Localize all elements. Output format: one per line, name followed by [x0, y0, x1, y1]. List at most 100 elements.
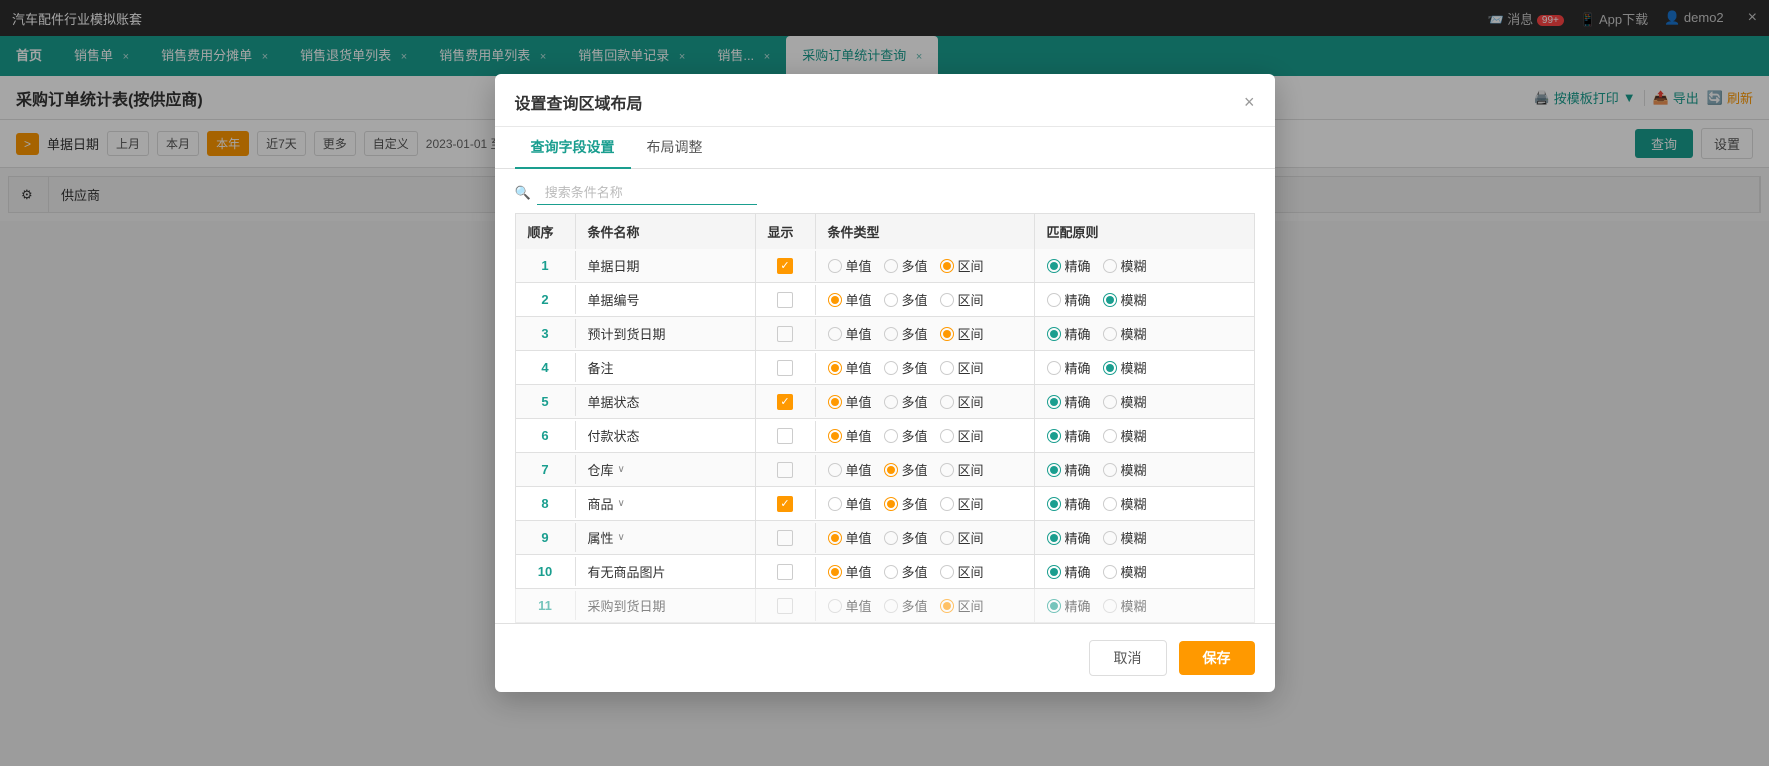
tab-query-fields[interactable]: 查询字段设置: [515, 127, 631, 169]
radio-dot-selected: [1047, 395, 1061, 409]
type-multi-4[interactable]: 多值: [884, 358, 928, 377]
checkbox-10[interactable]: [777, 564, 793, 580]
cell-display-1[interactable]: ✓: [756, 251, 816, 281]
save-button[interactable]: 保存: [1179, 641, 1255, 675]
match-exact-5[interactable]: 精确: [1047, 392, 1091, 411]
radio-dot: [1103, 565, 1117, 579]
match-fuzzy-7[interactable]: 模糊: [1103, 460, 1147, 479]
radio-dot: [940, 429, 954, 443]
cell-display-9[interactable]: [756, 523, 816, 553]
cell-order-3: 3: [516, 319, 576, 348]
type-range-6[interactable]: 区间: [940, 426, 984, 445]
type-range-9[interactable]: 区间: [940, 528, 984, 547]
radio-dot-selected: [940, 599, 954, 613]
match-exact-1[interactable]: 精确: [1047, 256, 1091, 275]
checkbox-1[interactable]: ✓: [777, 258, 793, 274]
match-fuzzy-8[interactable]: 模糊: [1103, 494, 1147, 513]
match-exact-2[interactable]: 精确: [1047, 290, 1091, 309]
checkbox-7[interactable]: [777, 462, 793, 478]
cell-order-6: 6: [516, 421, 576, 450]
match-exact-6[interactable]: 精确: [1047, 426, 1091, 445]
match-fuzzy-6[interactable]: 模糊: [1103, 426, 1147, 445]
search-input[interactable]: [537, 181, 757, 205]
match-fuzzy-4[interactable]: 模糊: [1103, 358, 1147, 377]
checkbox-11[interactable]: [777, 598, 793, 614]
conditions-table: 顺序 条件名称 显示 条件类型 匹配原则 1 单据日期 ✓ 单值 多值 区间: [515, 213, 1255, 623]
type-single-2[interactable]: 单值: [828, 290, 872, 309]
match-exact-8[interactable]: 精确: [1047, 494, 1091, 513]
type-range-10[interactable]: 区间: [940, 562, 984, 581]
radio-dot: [940, 361, 954, 375]
checkbox-2[interactable]: [777, 292, 793, 308]
checkbox-8[interactable]: ✓: [777, 496, 793, 512]
tab-layout[interactable]: 布局调整: [631, 127, 719, 169]
type-range-4[interactable]: 区间: [940, 358, 984, 377]
radio-dot-selected: [828, 293, 842, 307]
dialog-close-button[interactable]: ×: [1244, 93, 1255, 111]
type-range-3[interactable]: 区间: [940, 324, 984, 343]
cell-display-4[interactable]: [756, 353, 816, 383]
cell-display-5[interactable]: ✓: [756, 387, 816, 417]
match-fuzzy-9[interactable]: 模糊: [1103, 528, 1147, 547]
type-multi-2[interactable]: 多值: [884, 290, 928, 309]
name-arrow-wrapper-8: 商品 ∨: [588, 494, 625, 513]
checkbox-6[interactable]: [777, 428, 793, 444]
match-exact-3[interactable]: 精确: [1047, 324, 1091, 343]
type-single-6[interactable]: 单值: [828, 426, 872, 445]
match-fuzzy-2[interactable]: 模糊: [1103, 290, 1147, 309]
match-fuzzy-1[interactable]: 模糊: [1103, 256, 1147, 275]
type-single-1[interactable]: 单值: [828, 256, 872, 275]
match-exact-10[interactable]: 精确: [1047, 562, 1091, 581]
type-multi-5[interactable]: 多值: [884, 392, 928, 411]
cell-display-7[interactable]: [756, 455, 816, 485]
cell-display-8[interactable]: ✓: [756, 489, 816, 519]
match-exact-9[interactable]: 精确: [1047, 528, 1091, 547]
type-range-5[interactable]: 区间: [940, 392, 984, 411]
cell-display-6[interactable]: [756, 421, 816, 451]
cell-display-3[interactable]: [756, 319, 816, 349]
cell-display-2[interactable]: [756, 285, 816, 315]
type-range-11[interactable]: 区间: [940, 596, 984, 615]
radio-dot: [828, 259, 842, 273]
type-single-3[interactable]: 单值: [828, 324, 872, 343]
table-row: 11 采购到货日期 单值 多值 区间 精确 模糊: [515, 589, 1255, 623]
type-single-7[interactable]: 单值: [828, 460, 872, 479]
cell-display-11[interactable]: [756, 591, 816, 621]
type-multi-10[interactable]: 多值: [884, 562, 928, 581]
checkbox-3[interactable]: [777, 326, 793, 342]
match-exact-7[interactable]: 精确: [1047, 460, 1091, 479]
match-fuzzy-5[interactable]: 模糊: [1103, 392, 1147, 411]
type-single-9[interactable]: 单值: [828, 528, 872, 547]
cancel-button[interactable]: 取消: [1089, 640, 1167, 676]
checkbox-5[interactable]: ✓: [777, 394, 793, 410]
checkbox-9[interactable]: [777, 530, 793, 546]
type-range-2[interactable]: 区间: [940, 290, 984, 309]
type-single-4[interactable]: 单值: [828, 358, 872, 377]
match-exact-4[interactable]: 精确: [1047, 358, 1091, 377]
type-single-5[interactable]: 单值: [828, 392, 872, 411]
type-multi-8[interactable]: 多值: [884, 494, 928, 513]
type-multi-6[interactable]: 多值: [884, 426, 928, 445]
match-fuzzy-3[interactable]: 模糊: [1103, 324, 1147, 343]
cell-match-6: 精确 模糊: [1035, 419, 1254, 452]
table-row: 4 备注 单值 多值 区间 精确 模糊: [515, 351, 1255, 385]
type-multi-9[interactable]: 多值: [884, 528, 928, 547]
type-range-1[interactable]: 区间: [940, 256, 984, 275]
type-single-10[interactable]: 单值: [828, 562, 872, 581]
cell-display-10[interactable]: [756, 557, 816, 587]
type-multi-7[interactable]: 多值: [884, 460, 928, 479]
type-range-7[interactable]: 区间: [940, 460, 984, 479]
radio-dot: [884, 599, 898, 613]
type-single-11[interactable]: 单值: [828, 596, 872, 615]
type-multi-1[interactable]: 多值: [884, 256, 928, 275]
match-fuzzy-11[interactable]: 模糊: [1103, 596, 1147, 615]
cell-order-2: 2: [516, 285, 576, 314]
match-exact-11[interactable]: 精确: [1047, 596, 1091, 615]
checkbox-4[interactable]: [777, 360, 793, 376]
type-multi-11[interactable]: 多值: [884, 596, 928, 615]
radio-dot-selected: [828, 361, 842, 375]
type-range-8[interactable]: 区间: [940, 494, 984, 513]
type-single-8[interactable]: 单值: [828, 494, 872, 513]
type-multi-3[interactable]: 多值: [884, 324, 928, 343]
match-fuzzy-10[interactable]: 模糊: [1103, 562, 1147, 581]
